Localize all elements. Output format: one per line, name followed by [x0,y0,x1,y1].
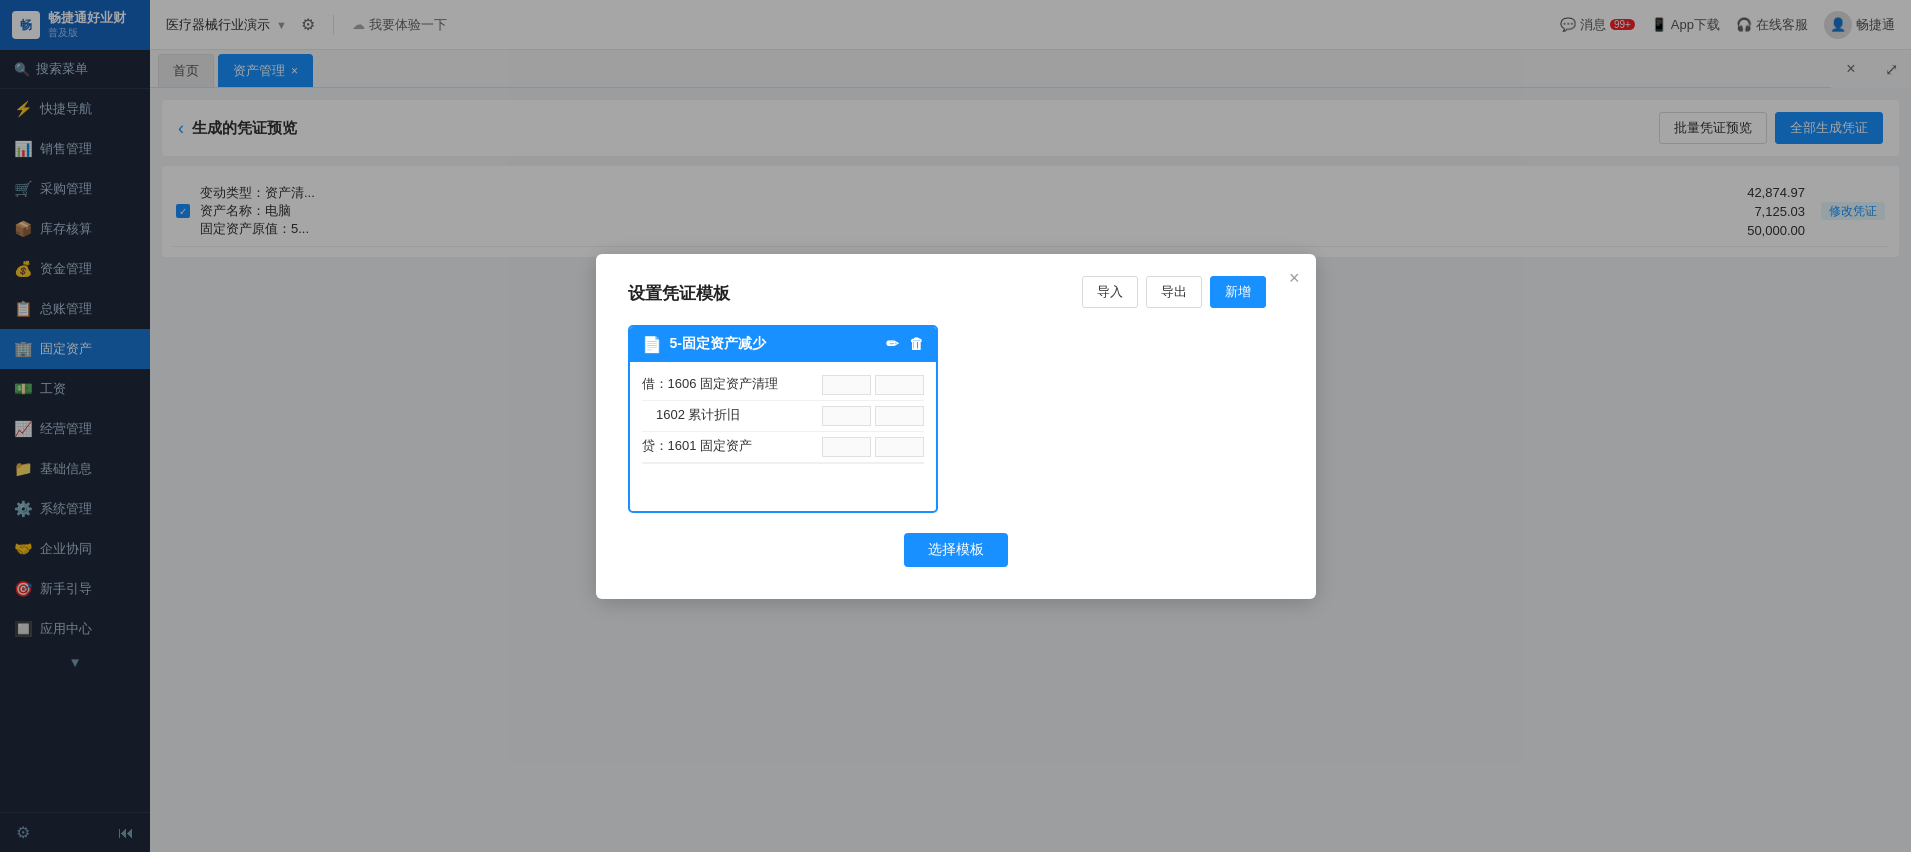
template-debit-row-2: 1602 累计折旧 [642,401,924,432]
template-edit-icon[interactable]: ✏ [886,335,899,353]
credit-cols-1 [822,437,924,457]
debit-cols-1 [822,375,924,395]
debit-col-2b [875,406,924,426]
template-card-body: 借：1606 固定资产清理 1602 累计折旧 贷：1601 固定资产 [630,362,936,511]
select-template-button[interactable]: 选择模板 [904,533,1008,567]
template-empty-area [642,463,924,503]
template-credit-row-1: 贷：1601 固定资产 [642,432,924,463]
modal: × 设置凭证模板 导入 导出 新增 📄 5-固定资产减少 ✏ 🗑 借：1606 … [596,254,1316,599]
credit-col-1a [822,437,871,457]
credit-label-1: 贷：1601 固定资产 [642,437,822,457]
template-card-header: 📄 5-固定资产减少 ✏ 🗑 [630,327,936,362]
template-delete-icon[interactable]: 🗑 [909,335,924,353]
debit-col-2a [822,406,871,426]
debit-label-2: 1602 累计折旧 [642,406,822,426]
template-card: 📄 5-固定资产减少 ✏ 🗑 借：1606 固定资产清理 1602 累计折旧 [628,325,938,513]
template-icon: 📄 [642,335,662,354]
template-name: 5-固定资产减少 [670,335,766,353]
import-button[interactable]: 导入 [1082,276,1138,308]
credit-col-1b [875,437,924,457]
new-button[interactable]: 新增 [1210,276,1266,308]
debit-cols-2 [822,406,924,426]
export-button[interactable]: 导出 [1146,276,1202,308]
debit-label-1: 借：1606 固定资产清理 [642,375,822,395]
template-debit-row-1: 借：1606 固定资产清理 [642,370,924,401]
template-header-actions: ✏ 🗑 [886,335,924,353]
debit-col-1b [875,375,924,395]
modal-close-button[interactable]: × [1289,268,1300,289]
modal-toolbar: 导入 导出 新增 [1082,276,1266,308]
modal-overlay: × 设置凭证模板 导入 导出 新增 📄 5-固定资产减少 ✏ 🗑 借：1606 … [0,0,1911,852]
debit-col-1a [822,375,871,395]
